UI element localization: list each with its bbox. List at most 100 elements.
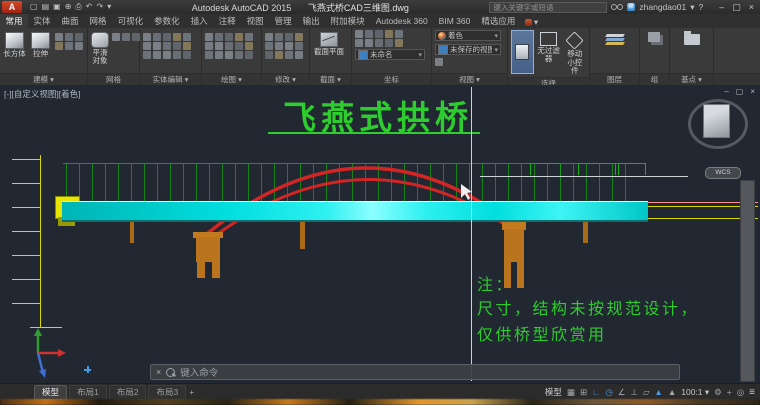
layout2-tab[interactable]: 布局2 [108,384,147,400]
tab-solid[interactable]: 实体 [28,14,56,28]
tool-icon[interactable] [235,51,243,59]
tool-icon[interactable] [143,51,151,59]
new-layout-button[interactable]: + [189,387,194,397]
layout3-tab[interactable]: 布局3 [148,384,187,400]
new-icon[interactable]: ▢ [30,0,38,14]
tool-icon[interactable] [143,42,151,50]
panel-label-solid-editing[interactable]: 实体编辑 ▾ [140,73,201,85]
tab-parametric[interactable]: 参数化 [149,14,186,28]
tool-icon[interactable] [285,42,293,50]
drawing-restore-button[interactable]: ▢ [736,87,744,96]
user-caret-icon[interactable]: ▾ [690,2,694,13]
close-button[interactable]: × [749,2,754,13]
tool-icon[interactable] [112,33,120,41]
ucs-dropdown[interactable]: 未命名 ▾ [355,49,425,60]
tool-icon[interactable] [173,33,181,41]
model-space-label[interactable]: 模型 [545,386,562,398]
tool-icon[interactable] [65,33,73,41]
extrude-button[interactable]: 拉伸 [29,30,52,58]
tool-icon[interactable] [245,51,253,59]
tool-icon[interactable] [75,33,83,41]
polar-tracking-icon[interactable]: ◷ [605,387,612,398]
tab-view[interactable]: 视图 [241,14,269,28]
tool-icon[interactable] [153,51,161,59]
tool-icon[interactable] [375,30,383,38]
tab-output[interactable]: 输出 [297,14,325,28]
panel-label-view[interactable]: 视图 ▾ [432,73,507,85]
tool-icon[interactable] [183,42,191,50]
tool-icon[interactable] [205,42,213,50]
bridge-deck[interactable] [62,201,648,222]
search-input[interactable] [489,1,608,13]
tool-icon[interactable] [365,39,373,47]
tool-icon[interactable] [435,58,443,66]
tool-icon[interactable] [163,51,171,59]
annotation-visibility-icon[interactable]: ▲ [654,387,662,397]
tab-insert[interactable]: 插入 [185,14,213,28]
tool-icon[interactable] [385,39,393,47]
panel-label-mesh[interactable]: 网格 [88,73,139,85]
tool-icon[interactable] [163,33,171,41]
tool-icon[interactable] [55,33,63,41]
tool-icon[interactable] [265,42,273,50]
drawing-minimize-button[interactable]: ‒ [724,87,728,96]
plot-icon[interactable]: ⎙ [75,0,81,14]
tool-icon[interactable] [143,33,151,41]
tool-icon[interactable] [235,42,243,50]
tab-annotate[interactable]: 注释 [213,14,241,28]
tool-icon[interactable] [153,42,161,50]
saveas-icon[interactable]: ⊕ [65,0,72,14]
tool-icon[interactable] [265,33,273,41]
save-icon[interactable]: ▣ [53,0,61,14]
tool-icon[interactable] [215,42,223,50]
viewcube[interactable] [703,104,730,138]
drawing-close-button[interactable]: × [750,87,755,96]
panel-label-modeling[interactable]: 建模 ▾ [0,73,87,85]
object-snap-icon[interactable]: ▱ [643,387,650,398]
tool-icon[interactable] [295,33,303,41]
view-dropdown[interactable]: 未保存的视图 ▾ [435,44,501,55]
tab-home[interactable]: 常用 [0,14,29,28]
tool-icon[interactable] [355,39,363,47]
tool-icon[interactable] [205,33,213,41]
workspace-switching-icon[interactable]: ⚙ [714,387,722,398]
smooth-object-button[interactable]: 平滑对象 [91,30,109,65]
tab-featured-apps[interactable]: 精选应用 [476,14,521,28]
tab-surface[interactable]: 曲面 [56,14,84,28]
maximize-button[interactable]: ▢ [732,2,741,13]
autoscale-icon[interactable]: ▲ [668,387,676,397]
ortho-mode-icon[interactable]: ∟ [592,387,600,397]
tool-icon[interactable] [183,33,191,41]
panel-label-layers[interactable]: 图层 [590,73,639,85]
tab-manage[interactable]: 管理 [269,14,297,28]
tool-icon[interactable] [285,51,293,59]
panel-label-draw[interactable]: 绘图 ▾ [202,73,261,85]
tool-icon[interactable] [295,51,303,59]
tool-icon[interactable] [183,51,191,59]
tool-icon[interactable] [285,33,293,41]
layer-properties-button[interactable] [599,30,631,47]
tool-icon[interactable] [55,42,63,50]
search-icon[interactable] [611,2,624,12]
vertical-scrollbar[interactable] [740,180,755,382]
tool-icon[interactable] [225,42,233,50]
tool-icon[interactable] [205,51,213,59]
base-point-icon[interactable] [683,31,700,45]
command-close-icon[interactable]: × [156,367,161,377]
viewcube-wcs-dropdown[interactable]: WCS [705,167,741,179]
tab-mesh[interactable]: 网格 [84,14,112,28]
tab-addins[interactable]: 附加模块 [325,14,370,28]
tool-icon[interactable] [225,51,233,59]
panel-label-groups[interactable]: 组 [640,73,669,85]
customize-icon[interactable] [166,367,176,377]
user-avatar-icon[interactable] [627,3,636,11]
section-plane-button[interactable]: 截面平面 [313,30,345,56]
tool-icon[interactable] [265,51,273,59]
layout1-tab[interactable]: 布局1 [69,384,107,400]
command-prompt[interactable]: 键入命令 [180,365,218,379]
tool-icon[interactable] [235,33,243,41]
tab-bim360[interactable]: BIM 360 [433,14,476,28]
redo-icon[interactable]: ↷ [97,0,104,14]
undo-icon[interactable]: ↶ [86,0,93,14]
visual-style-dropdown[interactable]: 着色 ▾ [435,30,501,41]
